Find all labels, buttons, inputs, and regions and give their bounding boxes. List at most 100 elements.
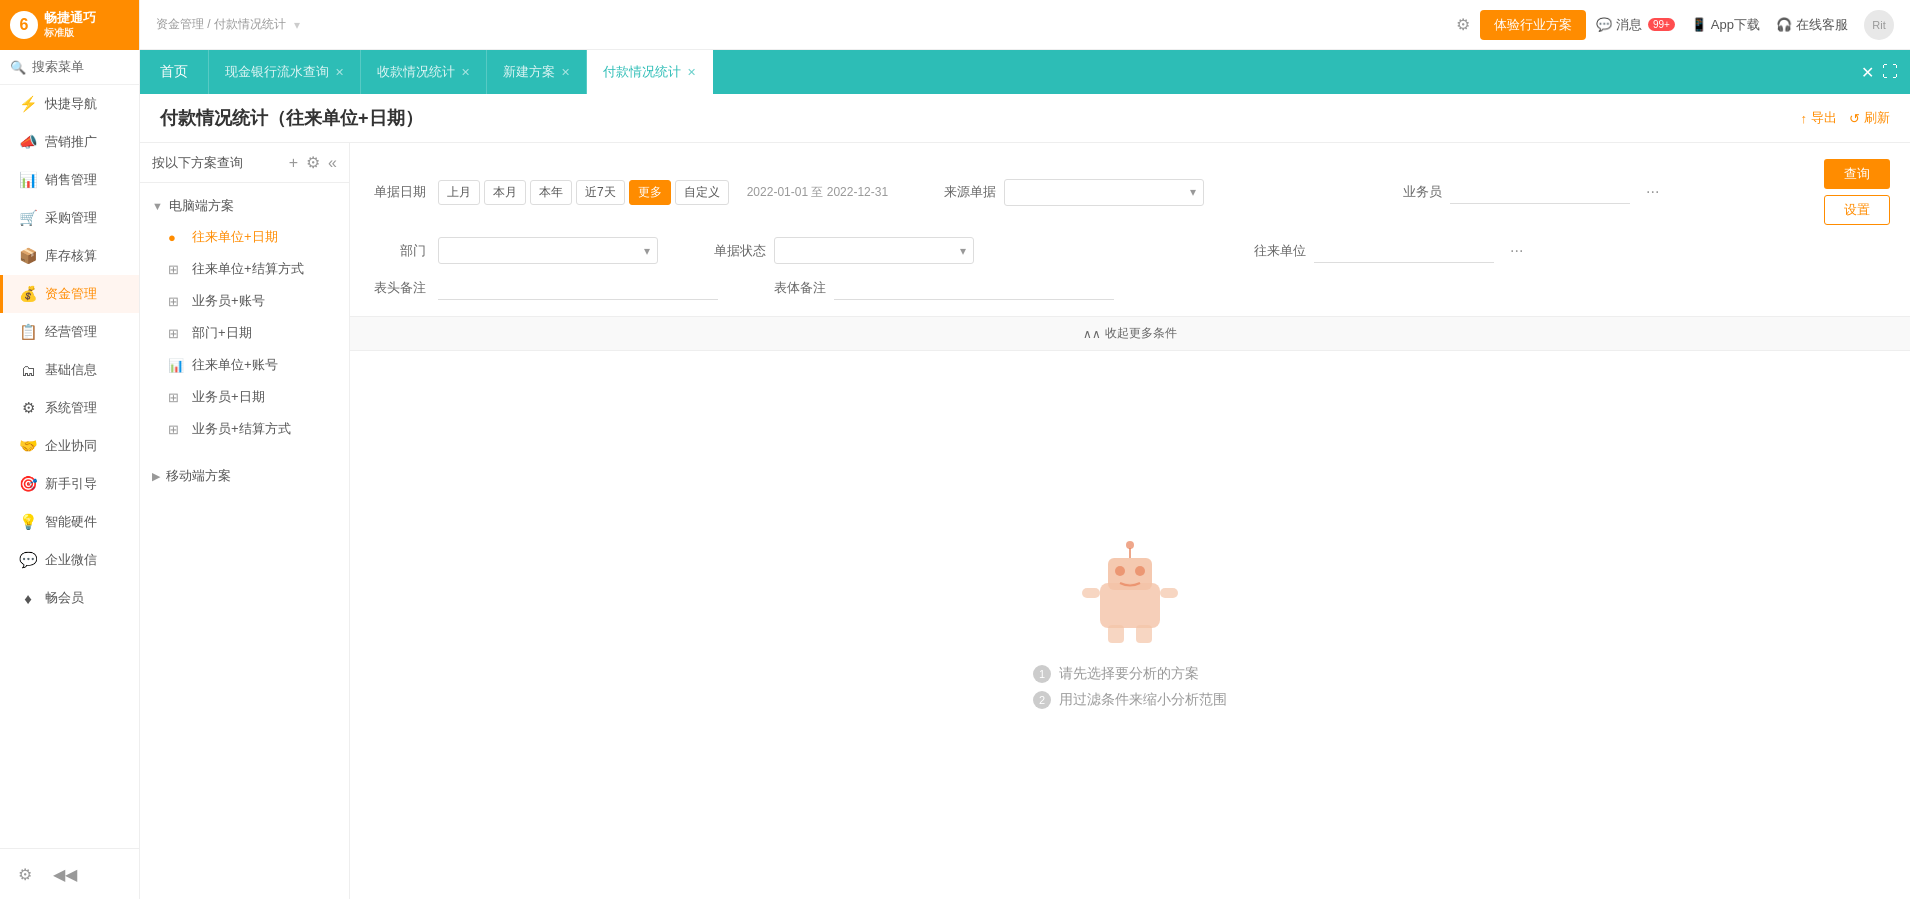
date-btn-this-year[interactable]: 本年 [530, 180, 572, 205]
trial-button[interactable]: 体验行业方案 [1480, 10, 1586, 40]
source-label: 来源单据 [940, 183, 996, 201]
sidebar-item-quick-nav[interactable]: ⚡ 快捷导航 [0, 85, 139, 123]
sidebar-item-corp[interactable]: 🤝 企业协同 [0, 427, 139, 465]
service-label: 在线客服 [1796, 16, 1848, 34]
dept-select-wrap: ▾ [438, 237, 658, 264]
tab-close-all-icon[interactable]: ✕ [1861, 63, 1874, 82]
filter-row-2: 部门 ▾ 单据状态 ▾ 往 [370, 237, 1890, 264]
finance-icon: 💰 [19, 285, 37, 303]
date-btn-custom[interactable]: 自定义 [675, 180, 729, 205]
message-button[interactable]: 💬 消息 99+ [1596, 16, 1675, 34]
settings-bottom-icon[interactable]: ⚙ [10, 859, 40, 889]
scheme-item-salesman-payment[interactable]: ⊞ 业务员+结算方式 [140, 413, 349, 445]
scheme-item-salesman-account[interactable]: ⊞ 业务员+账号 [140, 285, 349, 317]
query-area: 单据日期 上月 本月 本年 近7天 更多 自定义 2022-01-01 至 20… [350, 143, 1910, 899]
export-button[interactable]: ↑ 导出 [1801, 109, 1838, 127]
dept-select[interactable] [438, 237, 658, 264]
page-title: 付款情况统计（往来单位+日期） [160, 106, 423, 130]
header-right: 💬 消息 99+ 📱 App下载 🎧 在线客服 Rit [1596, 10, 1894, 40]
sidebar-label-wechat: 企业微信 [45, 551, 97, 569]
doc-status-select[interactable] [774, 237, 974, 264]
table-header-note-label: 表头备注 [370, 279, 426, 297]
header-settings-icon[interactable]: ⚙ [1456, 15, 1470, 34]
tab-fullscreen-icon[interactable]: ⛶ [1882, 63, 1898, 81]
filter-row-3: 表头备注 表体备注 [370, 276, 1890, 300]
scheme-item-counterpart-payment[interactable]: ⊞ 往来单位+结算方式 [140, 253, 349, 285]
tab-receive-close[interactable]: ✕ [461, 66, 470, 79]
collapse-sidebar-icon[interactable]: ◀◀ [50, 859, 80, 889]
tab-payment-close[interactable]: ✕ [687, 66, 696, 79]
service-button[interactable]: 🎧 在线客服 [1776, 16, 1848, 34]
salesman-input[interactable] [1450, 180, 1630, 204]
tab-bank[interactable]: 现金银行流水查询 ✕ [209, 50, 361, 94]
page-area: 付款情况统计（往来单位+日期） ↑ 导出 ↺ 刷新 按以下方案查询 + [140, 94, 1910, 899]
sidebar-label-system: 系统管理 [45, 399, 97, 417]
scheme-item-salesman-date[interactable]: ⊞ 业务员+日期 [140, 381, 349, 413]
filter-row-1: 单据日期 上月 本月 本年 近7天 更多 自定义 2022-01-01 至 20… [370, 159, 1890, 225]
scheme-group-mobile-arrow: ▶ [152, 470, 160, 483]
vip-icon: ♦ [19, 589, 37, 607]
sidebar-item-guide[interactable]: 🎯 新手引导 [0, 465, 139, 503]
scheme-group-mobile-header[interactable]: ▶ 移动端方案 [140, 461, 349, 491]
tab-home-label: 首页 [160, 63, 188, 81]
corp-icon: 🤝 [19, 437, 37, 455]
tab-bank-close[interactable]: ✕ [335, 66, 344, 79]
query-button[interactable]: 查询 [1824, 159, 1890, 189]
scheme-collapse-icon[interactable]: « [328, 154, 337, 172]
date-btn-this-month[interactable]: 本月 [484, 180, 526, 205]
breadcrumb-chevron[interactable]: ▾ [294, 18, 300, 32]
sidebar-item-sales[interactable]: 📊 销售管理 [0, 161, 139, 199]
source-select[interactable] [1004, 179, 1204, 206]
scheme-item-dept-date[interactable]: ⊞ 部门+日期 [140, 317, 349, 349]
counterpart-input[interactable] [1314, 239, 1494, 263]
sidebar-logo: 6 畅捷通巧 标准版 [0, 0, 139, 50]
scheme-item-label-1: 往来单位+结算方式 [192, 260, 304, 278]
source-select-wrap: ▾ [1004, 179, 1204, 206]
sidebar-item-hardware[interactable]: 💡 智能硬件 [0, 503, 139, 541]
sidebar-item-wechat[interactable]: 💬 企业微信 [0, 541, 139, 579]
scheme-item-icon-6: ⊞ [168, 422, 184, 437]
sidebar-label-inventory: 库存核算 [45, 247, 97, 265]
scheme-group-desktop-header[interactable]: ▼ 电脑端方案 [140, 191, 349, 221]
scheme-item-counterpart-account[interactable]: 📊 往来单位+账号 [140, 349, 349, 381]
svg-point-9 [1126, 541, 1134, 549]
sidebar-item-basic[interactable]: 🗂 基础信息 [0, 351, 139, 389]
sidebar-item-marketing[interactable]: 📣 营销推广 [0, 123, 139, 161]
sidebar-item-purchase[interactable]: 🛒 采购管理 [0, 199, 139, 237]
collapse-bar: ∧∧ 收起更多条件 [350, 317, 1910, 351]
sidebar-item-finance[interactable]: 💰 资金管理 [0, 275, 139, 313]
tab-new-plan[interactable]: 新建方案 ✕ [487, 50, 587, 94]
settings-button[interactable]: 设置 [1824, 195, 1890, 225]
user-avatar: Rit [1864, 10, 1894, 40]
app-download-button[interactable]: 📱 App下载 [1691, 16, 1760, 34]
salesman-dots-icon[interactable]: ··· [1646, 183, 1659, 201]
sidebar-item-inventory[interactable]: 📦 库存核算 [0, 237, 139, 275]
export-label: 导出 [1811, 109, 1837, 127]
scheme-item-counterpart-date[interactable]: ● 往来单位+日期 [140, 221, 349, 253]
tab-receive[interactable]: 收款情况统计 ✕ [361, 50, 487, 94]
scheme-panel-header: 按以下方案查询 + ⚙ « [140, 143, 349, 183]
search-menu[interactable]: 🔍 搜索菜单 [0, 50, 139, 85]
table-body-note-input[interactable] [834, 276, 1114, 300]
system-icon: ⚙ [19, 399, 37, 417]
scheme-item-chart-icon: 📊 [168, 358, 184, 373]
sidebar-item-system[interactable]: ⚙ 系统管理 [0, 389, 139, 427]
message-label: 消息 [1616, 16, 1642, 34]
collapse-button[interactable]: ∧∧ 收起更多条件 [1083, 325, 1177, 342]
date-btn-last-month[interactable]: 上月 [438, 180, 480, 205]
table-header-note-input[interactable] [438, 276, 718, 300]
date-btn-more[interactable]: 更多 [629, 180, 671, 205]
tab-new-plan-close[interactable]: ✕ [561, 66, 570, 79]
tab-home[interactable]: 首页 [140, 50, 209, 94]
date-btn-7days[interactable]: 近7天 [576, 180, 625, 205]
main-layout: 按以下方案查询 + ⚙ « ▼ 电脑端方案 ● 往来单位+日期 [140, 143, 1910, 899]
sidebar-item-operation[interactable]: 📋 经营管理 [0, 313, 139, 351]
scheme-setting-icon[interactable]: ⚙ [306, 153, 320, 172]
refresh-button[interactable]: ↺ 刷新 [1849, 109, 1890, 127]
counterpart-dots-icon[interactable]: ··· [1510, 242, 1523, 260]
empty-tip-1: 1 请先选择要分析的方案 [1033, 665, 1227, 683]
sidebar-item-vip[interactable]: ♦ 畅会员 [0, 579, 139, 617]
scheme-add-icon[interactable]: + [289, 154, 298, 172]
tab-payment[interactable]: 付款情况统计 ✕ [587, 50, 713, 94]
user-avatar-area[interactable]: Rit [1864, 10, 1894, 40]
